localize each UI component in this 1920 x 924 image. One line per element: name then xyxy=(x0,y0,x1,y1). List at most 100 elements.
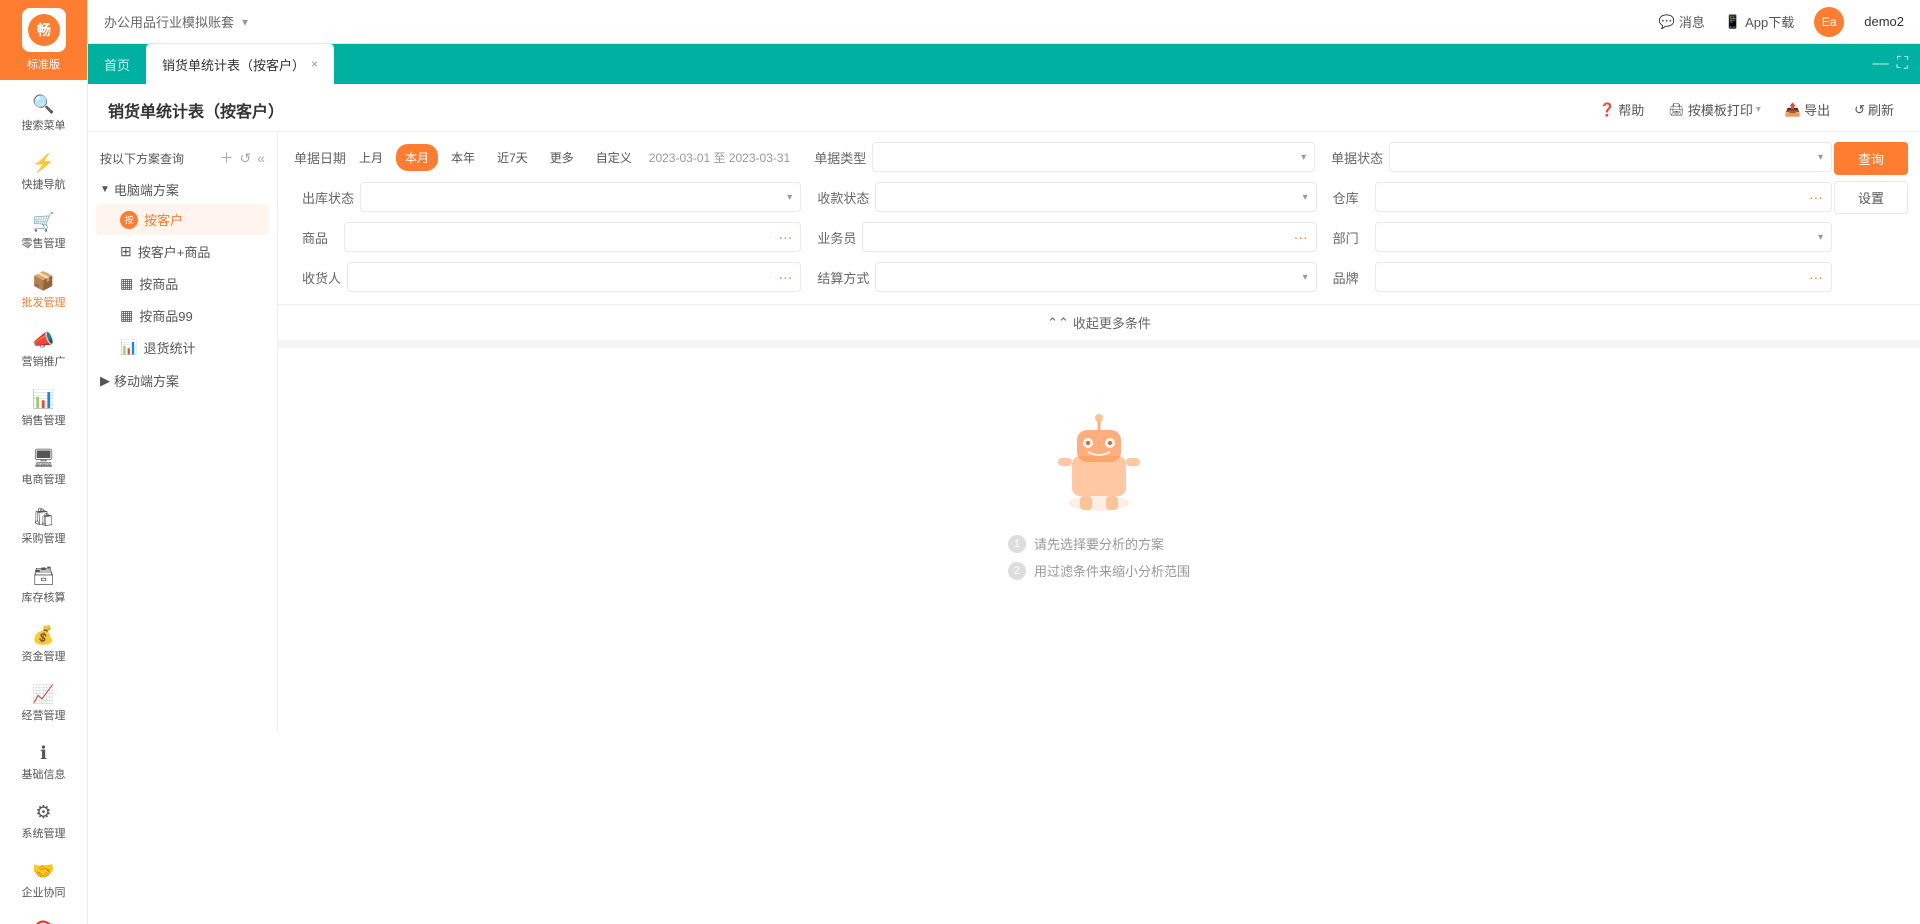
scheme-by-customer-goods[interactable]: ⊞ 按客户+商品 xyxy=(96,236,269,267)
payment-arrow: ▾ xyxy=(1303,272,1308,283)
date-filter-row: 单据日期 上月 本月 本年 近7天 更多 自定义 2023-03-01 至 20… xyxy=(294,144,806,171)
download-icon: 📱 xyxy=(1725,14,1741,30)
retail-icon: 🛒 xyxy=(32,212,54,233)
scheme-by-goods[interactable]: ▦ 按商品 xyxy=(96,268,269,299)
sidebar-item-inventory[interactable]: 🗃 库存核算 xyxy=(0,556,87,615)
help-btn[interactable]: ❓ 帮助 xyxy=(1593,96,1650,123)
sidebar-item-purchase[interactable]: 🛍 采购管理 xyxy=(0,497,87,556)
export-btn[interactable]: 📤 导出 xyxy=(1779,96,1836,123)
sidebar-item-quicknav[interactable]: ⚡ 快捷导航 xyxy=(0,143,87,202)
print-btn[interactable]: 🖨 按模板打印 ▾ xyxy=(1662,96,1767,123)
goods-dots: ··· xyxy=(778,229,792,245)
collapse-panel-btn[interactable]: « xyxy=(257,150,265,166)
add-scheme-btn[interactable]: ＋ xyxy=(219,148,233,168)
date-this-month[interactable]: 本月 xyxy=(396,144,438,171)
sidebar-item-operation[interactable]: 📈 经营管理 xyxy=(0,674,87,733)
ecommerce-icon: 🖥 xyxy=(32,448,55,469)
date-more[interactable]: 更多 xyxy=(541,144,583,171)
operation-icon: 📈 xyxy=(32,684,54,705)
salesman-select[interactable]: ··· xyxy=(862,222,1316,252)
tab-bar: 首页 销货单统计表（按客户） × — ⛶ xyxy=(88,44,1920,84)
sidebar-menu: 🔍 搜索菜单 ⚡ 快捷导航 🛒 零售管理 📦 批发管理 📣 营销推广 📊 销售管… xyxy=(0,80,87,924)
sidebar-item-guide[interactable]: 🎯 新手引导 xyxy=(0,910,87,924)
content-area: 销货单统计表（按客户） ❓ 帮助 🖨 按模板打印 ▾ 📤 导出 xyxy=(88,84,1920,924)
sidebar-item-search[interactable]: 🔍 搜索菜单 xyxy=(0,84,87,143)
receiver-select[interactable]: ··· xyxy=(347,262,801,292)
sidebar-item-ecommerce[interactable]: 🖥 电商管理 xyxy=(0,438,87,497)
top-header: 办公用品行业模拟账套 ▾ 💬 消息 📱 App下载 Ea demo2 xyxy=(88,0,1920,44)
scheme-by-goods-99[interactable]: ▦ 按商品99 xyxy=(96,300,269,331)
mobile-scheme-group: ▶ 移动端方案 xyxy=(88,367,277,394)
tab-minimize-icon[interactable]: — xyxy=(1873,55,1889,73)
collapse-up-icon: ⌃⌃ xyxy=(1047,315,1069,331)
main-area: 办公用品行业模拟账套 ▾ 💬 消息 📱 App下载 Ea demo2 首页 销货… xyxy=(88,0,1920,924)
warehouse-select[interactable]: ··· xyxy=(1375,182,1832,212)
quicknav-icon: ⚡ xyxy=(32,153,54,174)
sidebar: 畅 标准版 🔍 搜索菜单 ⚡ 快捷导航 🛒 零售管理 📦 批发管理 📣 营销推广… xyxy=(0,0,88,924)
scheme-by-customer[interactable]: 按 按客户 xyxy=(96,204,269,235)
date-custom[interactable]: 自定义 xyxy=(587,144,641,171)
department-select[interactable]: ▾ xyxy=(1375,222,1832,252)
app-download-btn[interactable]: 📱 App下载 xyxy=(1725,12,1794,31)
logo-icon: 畅 xyxy=(22,8,66,52)
doc-type-select[interactable]: ▾ xyxy=(872,142,1315,172)
ship-arrow: ▾ xyxy=(787,192,792,203)
tab-home[interactable]: 首页 xyxy=(88,44,146,84)
panel-header: 按以下方案查询 ＋ ↺ « xyxy=(88,140,277,176)
date-this-year[interactable]: 本年 xyxy=(442,144,484,171)
sidebar-item-corp[interactable]: 🤝 企业协同 xyxy=(0,851,87,910)
header-right: 💬 消息 📱 App下载 Ea demo2 xyxy=(1659,7,1904,37)
scheme-icon-customer-goods: ⊞ xyxy=(120,243,132,260)
inventory-icon: 🗃 xyxy=(32,566,55,587)
wholesale-icon: 📦 xyxy=(32,271,54,292)
logo-area[interactable]: 畅 标准版 xyxy=(0,0,87,80)
query-button[interactable]: 查询 xyxy=(1834,142,1908,175)
tip-num-1: 1 xyxy=(1008,535,1026,553)
mobile-group-header[interactable]: ▶ 移动端方案 xyxy=(92,367,273,394)
breadcrumb-arrow[interactable]: ▾ xyxy=(242,15,248,29)
payment-row: 结算方式 ▾ xyxy=(809,262,1324,292)
tab-active[interactable]: 销货单统计表（按客户） × xyxy=(146,44,334,84)
collect-status-row: 收款状态 ▾ xyxy=(809,182,1324,212)
sidebar-item-marketing[interactable]: 📣 营销推广 xyxy=(0,320,87,379)
desktop-group-header[interactable]: ▼ 电脑端方案 xyxy=(92,176,273,203)
date-last7[interactable]: 近7天 xyxy=(488,144,537,171)
payment-select[interactable]: ▾ xyxy=(875,262,1316,292)
refresh-scheme-btn[interactable]: ↺ xyxy=(239,150,251,167)
receiver-row: 收货人 ··· xyxy=(294,262,809,292)
refresh-btn[interactable]: ↺ 刷新 xyxy=(1848,96,1900,123)
empty-tips: 1 请先选择要分析的方案 2 用过滤条件来缩小分析范围 xyxy=(1008,534,1190,580)
goods-select[interactable]: ··· xyxy=(344,222,801,252)
user-name: demo2 xyxy=(1864,14,1904,29)
page-title: 销货单统计表（按客户） xyxy=(108,98,284,122)
scheme-icon-customer: 按 xyxy=(120,211,138,229)
help-icon: ❓ xyxy=(1599,102,1615,118)
scheme-return-stats[interactable]: 📊 退货统计 xyxy=(96,332,269,363)
collapse-bar[interactable]: ⌃⌃ 收起更多条件 xyxy=(278,304,1920,340)
message-btn[interactable]: 💬 消息 xyxy=(1659,12,1705,31)
ship-status-select[interactable]: ▾ xyxy=(360,182,801,212)
brand-row: 品牌 ··· xyxy=(1325,262,1840,292)
user-avatar[interactable]: Ea xyxy=(1814,7,1844,37)
date-last-month[interactable]: 上月 xyxy=(350,144,392,171)
sidebar-item-sales[interactable]: 📊 销售管理 xyxy=(0,379,87,438)
tab-fullscreen-icon[interactable]: ⛶ xyxy=(1897,55,1908,73)
tab-close-icon[interactable]: × xyxy=(311,57,318,71)
goods-label: 商品 xyxy=(302,228,338,247)
empty-tip-1: 1 请先选择要分析的方案 xyxy=(1008,534,1190,553)
date-range: 2023-03-01 至 2023-03-31 xyxy=(649,149,790,166)
setting-button[interactable]: 设置 xyxy=(1834,181,1908,214)
collect-status-select[interactable]: ▾ xyxy=(875,182,1316,212)
brand-select[interactable]: ··· xyxy=(1375,262,1832,292)
doc-status-label: 单据状态 xyxy=(1331,148,1383,167)
doc-status-select[interactable]: ▾ xyxy=(1389,142,1832,172)
sidebar-item-system[interactable]: ⚙ 系统管理 xyxy=(0,792,87,851)
date-filter: 上月 本月 本年 近7天 更多 自定义 xyxy=(350,144,641,171)
empty-state: 1 请先选择要分析的方案 2 用过滤条件来缩小分析范围 xyxy=(278,348,1920,640)
sidebar-item-retail[interactable]: 🛒 零售管理 xyxy=(0,202,87,261)
sidebar-item-wholesale[interactable]: 📦 批发管理 xyxy=(0,261,87,320)
refresh-icon: ↺ xyxy=(1854,102,1865,118)
sidebar-item-basic[interactable]: ℹ 基础信息 xyxy=(0,733,87,792)
sidebar-item-finance[interactable]: 💰 资金管理 xyxy=(0,615,87,674)
svg-text:畅: 畅 xyxy=(37,22,51,38)
